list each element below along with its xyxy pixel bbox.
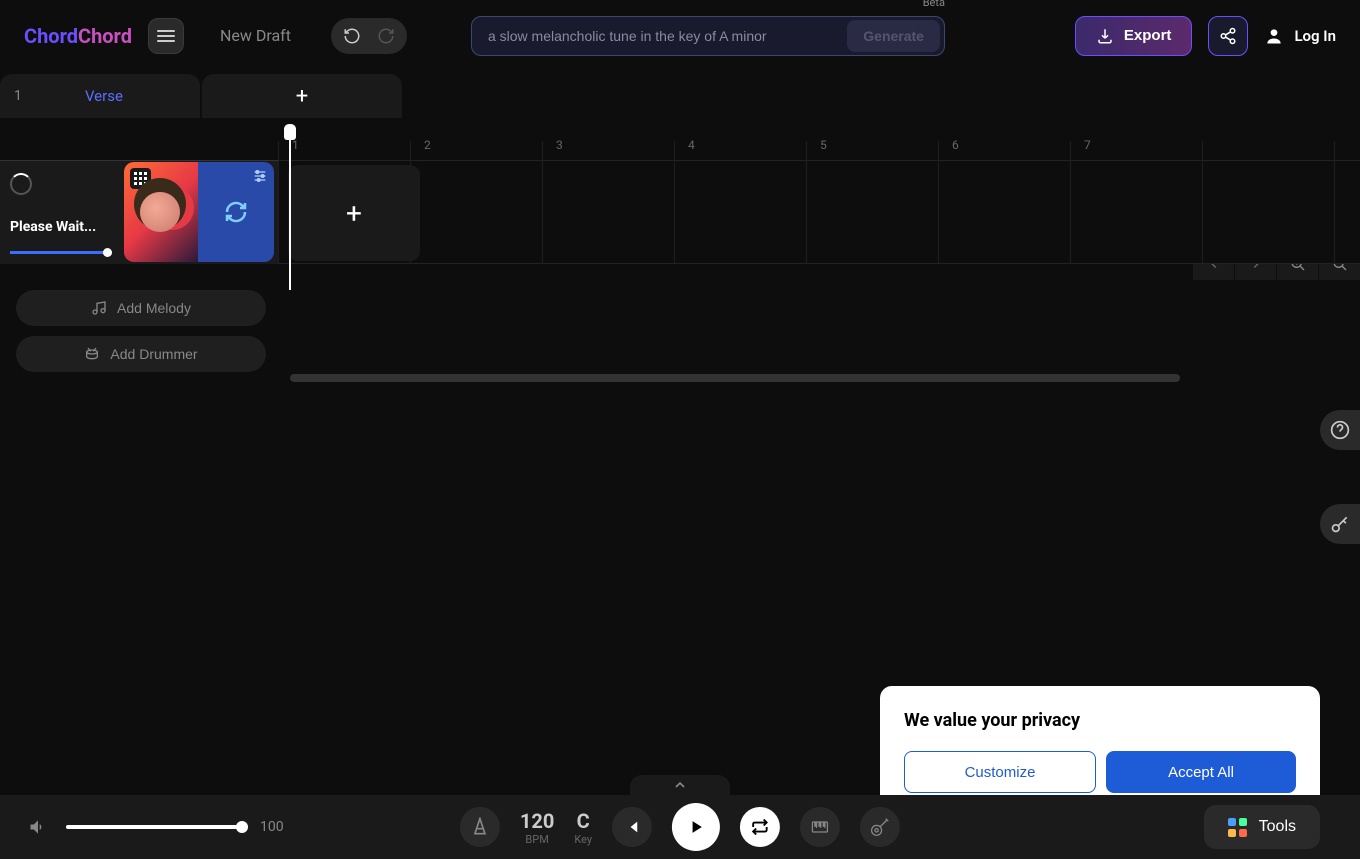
metronome-button[interactable] [460, 807, 500, 847]
refresh-icon [224, 200, 248, 224]
guitar-button[interactable] [860, 807, 900, 847]
volume-icon[interactable] [28, 817, 48, 837]
ruler-mark: 2 [424, 138, 431, 152]
key-button[interactable] [1320, 504, 1360, 544]
metronome-icon [470, 817, 490, 837]
draft-title[interactable]: New Draft [220, 26, 291, 45]
logo[interactable]: ChordChord [24, 24, 132, 48]
section-name: Verse [85, 87, 123, 105]
piano-button[interactable] [800, 807, 840, 847]
generate-button[interactable]: Generate [847, 20, 940, 52]
add-melody-label: Add Melody [117, 300, 191, 316]
drum-icon [84, 346, 100, 362]
redo-button[interactable] [369, 22, 403, 50]
settings-icon[interactable] [252, 168, 268, 184]
section-tab-1[interactable]: 1 Verse [0, 74, 200, 118]
help-icon [1330, 420, 1350, 440]
track-lane[interactable]: + [278, 160, 1360, 264]
loop-button[interactable] [740, 807, 780, 847]
help-button[interactable] [1320, 410, 1360, 450]
privacy-accept-button[interactable]: Accept All [1106, 751, 1296, 793]
privacy-customize-button[interactable]: Customize [904, 751, 1096, 793]
play-icon [686, 817, 706, 837]
ruler-mark: 4 [688, 138, 695, 152]
key-label: Key [574, 833, 592, 846]
add-drummer-button[interactable]: Add Drummer [16, 336, 266, 372]
timeline-ruler[interactable]: 1 2 3 4 5 6 7 [290, 120, 1192, 160]
share-icon [1219, 27, 1237, 45]
track-artwork [124, 162, 198, 262]
sections-bar: 1 Verse + [0, 72, 1360, 120]
regenerate-button[interactable] [198, 162, 274, 262]
piano-icon [810, 817, 830, 837]
login-label: Log In [1294, 27, 1336, 45]
loading-spinner-icon [10, 173, 32, 195]
redo-icon [377, 27, 395, 45]
timeline-scrollbar[interactable] [290, 374, 1180, 382]
melody-icon [91, 300, 107, 316]
prompt-bar: Generate [471, 16, 945, 56]
bpm-label: BPM [520, 833, 554, 846]
player-bar: 100 120 BPM C Key [0, 795, 1360, 859]
section-number: 1 [14, 88, 22, 104]
undo-button[interactable] [335, 22, 369, 50]
export-button[interactable]: Export [1075, 16, 1193, 56]
login-button[interactable]: Log In [1264, 26, 1336, 46]
ruler-mark: 7 [1084, 138, 1091, 152]
chevron-up-icon [672, 777, 688, 793]
beta-label: Beta [923, 0, 945, 9]
user-icon [1264, 26, 1284, 46]
key-icon [1330, 514, 1350, 534]
track-volume-slider[interactable] [10, 251, 108, 254]
track-instrument-card[interactable] [124, 162, 274, 262]
grid-icon[interactable] [130, 168, 151, 189]
download-icon [1096, 27, 1114, 45]
menu-button[interactable] [148, 18, 184, 54]
undo-icon [343, 27, 361, 45]
tools-button[interactable]: Tools [1204, 805, 1320, 849]
volume-slider[interactable] [66, 825, 242, 829]
ruler-mark: 3 [556, 138, 563, 152]
undo-redo-group [331, 18, 407, 54]
hamburger-icon [157, 27, 175, 45]
track-row: Please Wait... [0, 160, 1360, 264]
ruler-mark: 5 [820, 138, 827, 152]
privacy-title: We value your privacy [904, 710, 1296, 731]
add-drummer-label: Add Drummer [110, 346, 197, 362]
bpm-control[interactable]: 120 BPM [520, 809, 554, 846]
expand-panel-button[interactable] [630, 775, 730, 795]
loop-icon [751, 818, 769, 836]
add-section-button[interactable]: + [202, 74, 402, 118]
tools-label: Tools [1259, 818, 1296, 836]
ruler-mark: 6 [952, 138, 959, 152]
export-label: Export [1124, 27, 1172, 44]
share-button[interactable] [1208, 16, 1248, 56]
add-melody-button[interactable]: Add Melody [16, 290, 266, 326]
bpm-value: 120 [520, 809, 554, 833]
play-button[interactable] [672, 803, 720, 851]
skip-back-button[interactable] [612, 807, 652, 847]
skip-back-icon [624, 819, 640, 835]
key-control[interactable]: C Key [574, 809, 592, 846]
prompt-input[interactable] [488, 28, 847, 44]
add-clip-button[interactable]: + [288, 165, 420, 261]
guitar-icon [870, 817, 890, 837]
track-header[interactable]: Please Wait... [0, 160, 278, 264]
volume-value: 100 [260, 819, 284, 835]
playhead[interactable] [284, 124, 296, 290]
key-value: C [574, 809, 592, 833]
tools-icon [1228, 818, 1247, 837]
